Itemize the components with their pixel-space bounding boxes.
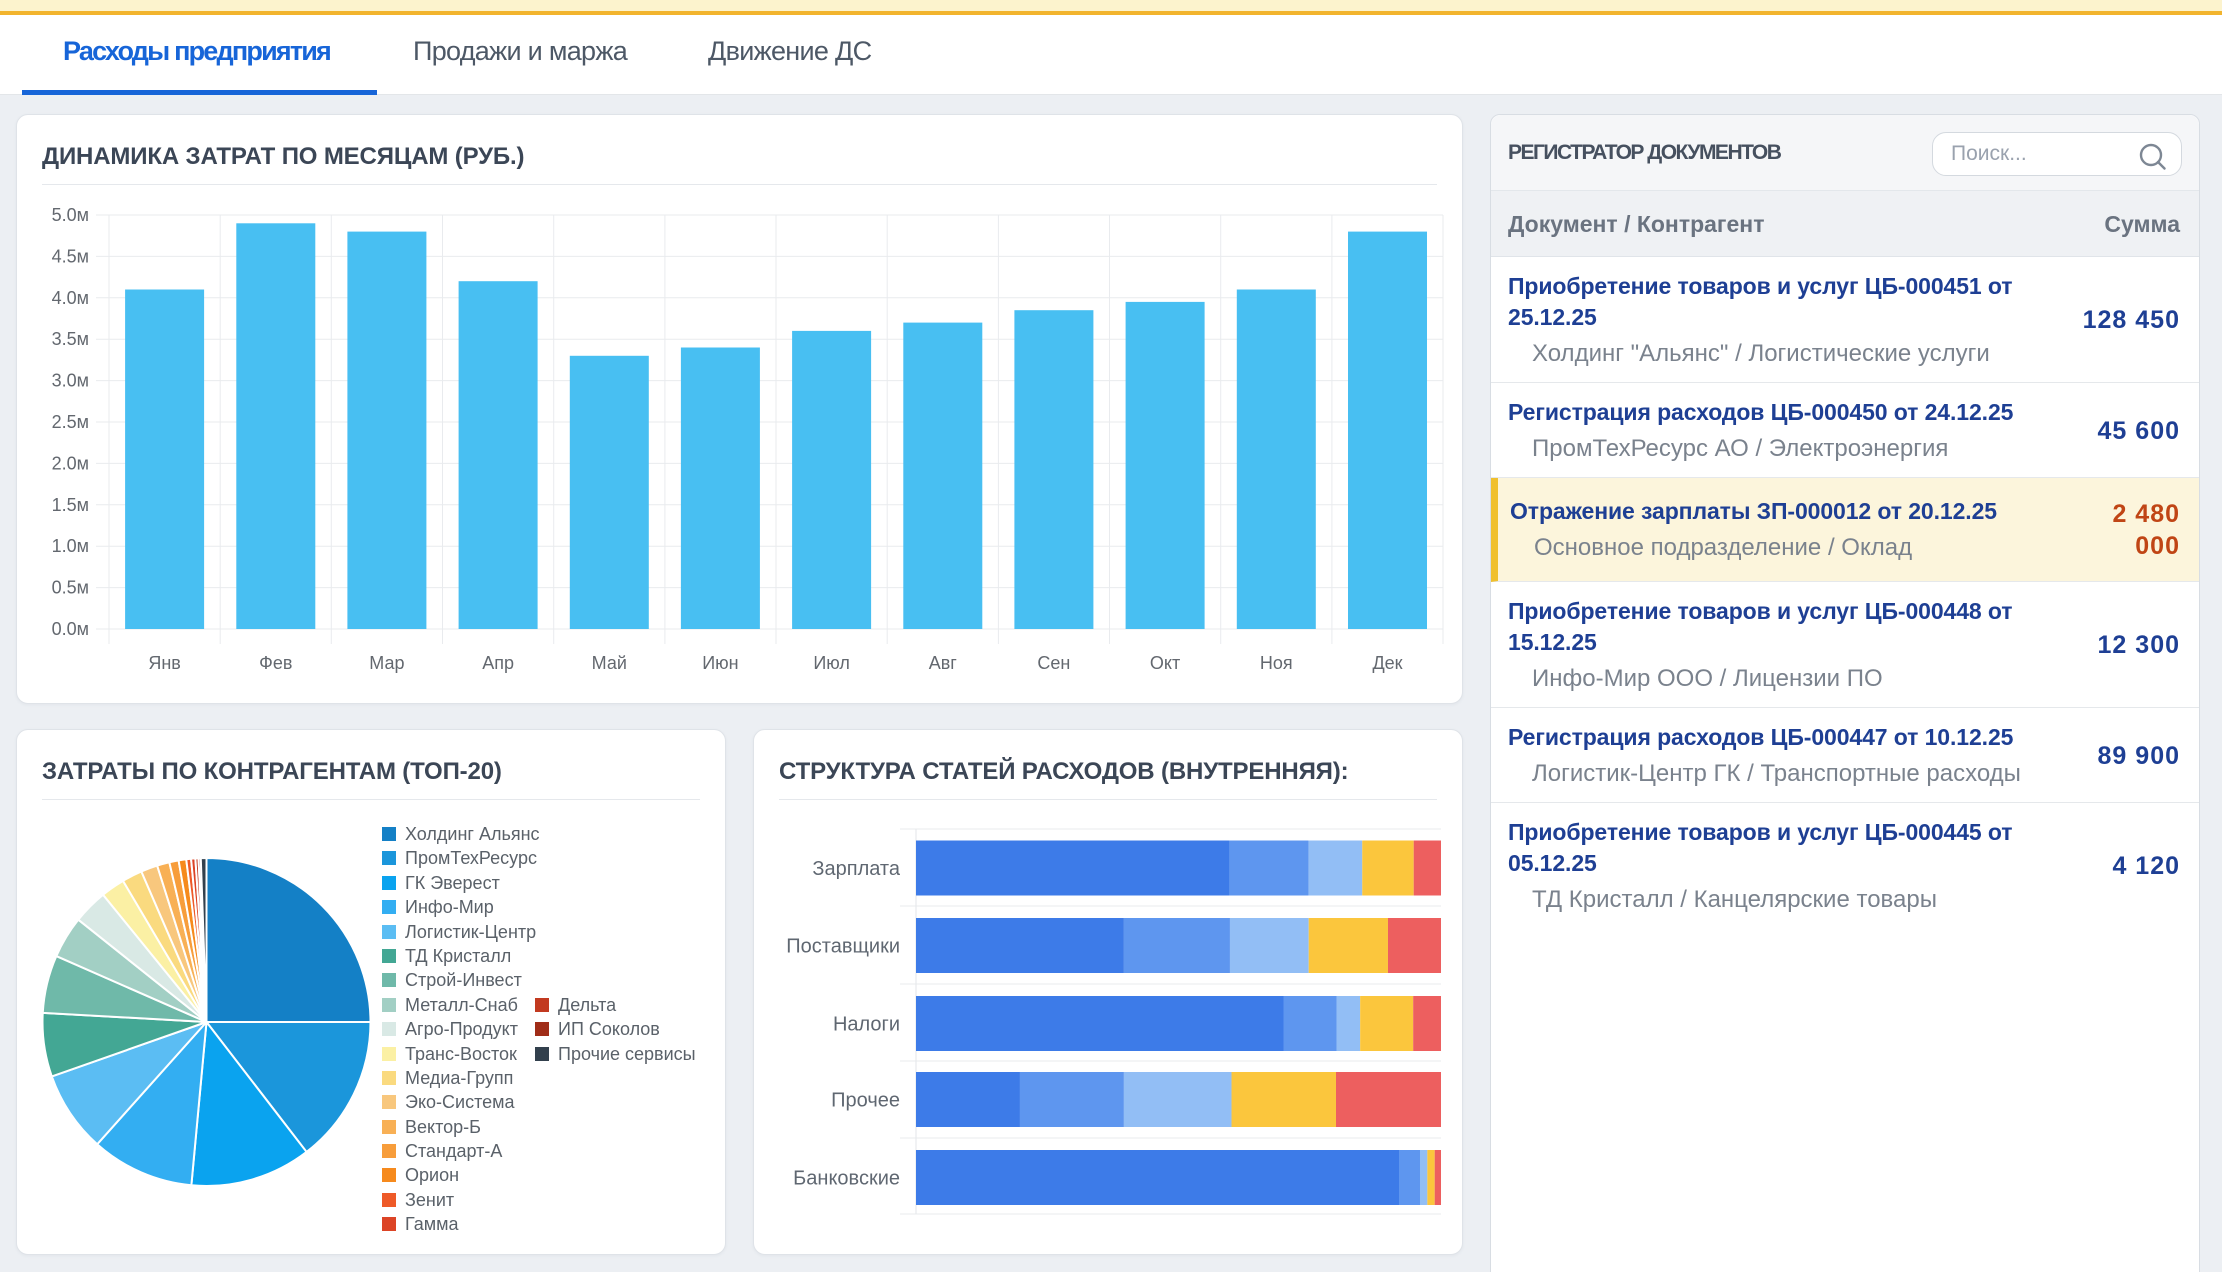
svg-text:3.5м: 3.5м — [52, 329, 89, 349]
svg-text:Сен: Сен — [1037, 653, 1070, 673]
svg-text:Зарплата: Зарплата — [812, 858, 900, 880]
svg-text:2.0м: 2.0м — [52, 453, 89, 473]
svg-text:Мар: Мар — [369, 653, 404, 673]
svg-text:1.5м: 1.5м — [52, 495, 89, 515]
svg-text:Дек: Дек — [1372, 653, 1402, 673]
svg-text:Окт: Окт — [1150, 653, 1180, 673]
svg-text:3.0м: 3.0м — [52, 371, 89, 391]
svg-text:Ноя: Ноя — [1260, 653, 1293, 673]
svg-text:Авг: Авг — [929, 653, 958, 673]
svg-text:Поставщики: Поставщики — [786, 936, 900, 958]
svg-text:2.5м: 2.5м — [52, 412, 89, 432]
svg-text:Апр: Апр — [482, 653, 514, 673]
svg-text:0.5м: 0.5м — [52, 578, 89, 598]
svg-text:0.0м: 0.0м — [52, 619, 89, 639]
svg-text:Июл: Июл — [813, 653, 850, 673]
svg-text:Прочее: Прочее — [831, 1090, 900, 1112]
svg-text:Май: Май — [592, 653, 627, 673]
svg-text:Налоги: Налоги — [833, 1014, 900, 1036]
svg-text:4.0м: 4.0м — [52, 288, 89, 308]
svg-text:4.5м: 4.5м — [52, 246, 89, 266]
svg-text:Банковские: Банковские — [793, 1168, 900, 1190]
svg-text:Фев: Фев — [259, 653, 292, 673]
svg-text:1.0м: 1.0м — [52, 536, 89, 556]
svg-text:5.0м: 5.0м — [52, 205, 89, 225]
svg-text:Янв: Янв — [148, 653, 181, 673]
svg-text:Июн: Июн — [702, 653, 738, 673]
